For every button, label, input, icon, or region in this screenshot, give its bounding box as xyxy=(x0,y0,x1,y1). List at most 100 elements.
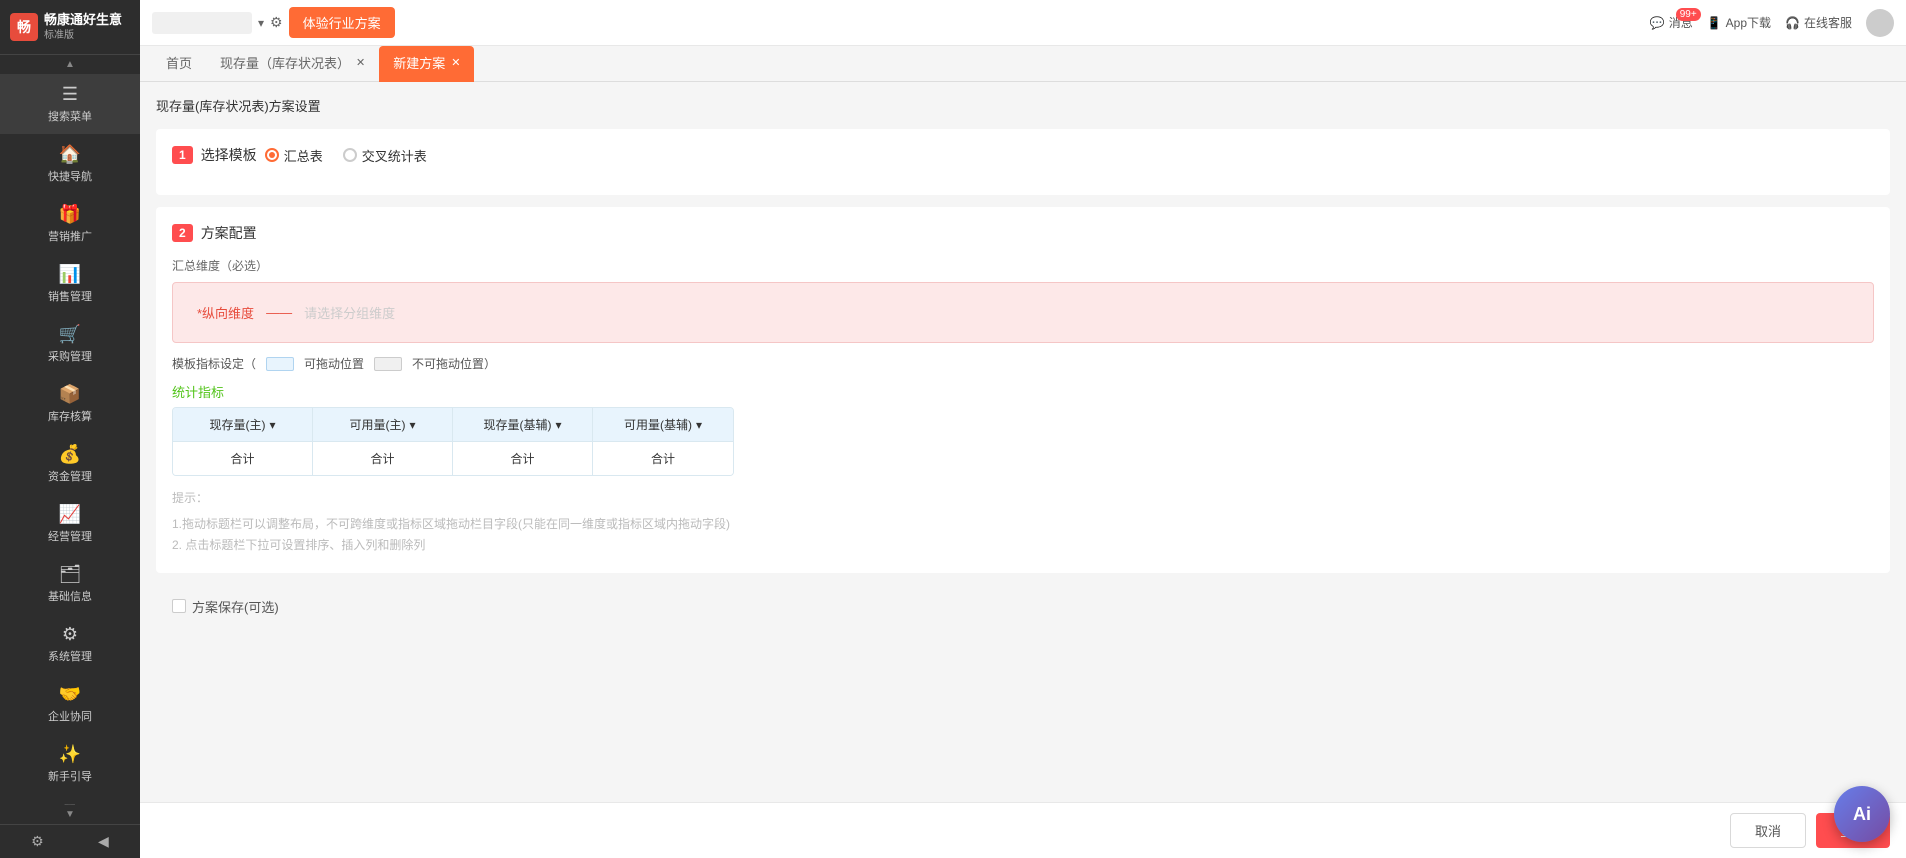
radio-cross[interactable]: 交叉统计表 xyxy=(343,146,427,165)
radio-summary[interactable]: 汇总表 xyxy=(265,146,323,165)
logo-icon: 畅 xyxy=(10,13,38,41)
save-checkbox-text: 方案保存(可选) xyxy=(192,597,279,616)
sidebar-item-marketing[interactable]: 🎁 营销推广 xyxy=(0,194,140,254)
sidebar: 畅 畅康通好生意 标准版 ▲ ☰ 搜索菜单 🏠 快捷导航 🎁 营销推广 📊 销售… xyxy=(0,0,140,858)
tab-inventory[interactable]: 现存量（库存状况表） ✕ xyxy=(206,46,379,82)
radio-summary-label: 汇总表 xyxy=(284,146,323,165)
radio-cross-circle xyxy=(343,148,357,162)
header-label-2: 现存量(基辅) xyxy=(483,416,551,433)
header-dropdown-3[interactable]: ▾ xyxy=(696,418,702,432)
cancel-button[interactable]: 取消 xyxy=(1730,813,1806,848)
tip2: 2. 点击标题栏下拉可设置排序、插入列和删除列 xyxy=(172,535,1874,557)
stats-header-row: 现存量(主) ▾ 可用量(主) ▾ 现存量(基辅) ▾ 可用量(基辅) xyxy=(173,408,733,441)
collapse-footer-button[interactable]: ◀ xyxy=(98,833,109,850)
tab-home-label: 首页 xyxy=(166,53,192,72)
header-dropdown-2[interactable]: ▾ xyxy=(555,418,561,432)
step2-badge: 2 xyxy=(172,224,193,242)
header-cell-2[interactable]: 现存量(基辅) ▾ xyxy=(453,408,593,441)
draggable-indicator-box xyxy=(266,357,294,371)
quick-nav-icon: 🏠 xyxy=(59,144,81,165)
header-cell-0[interactable]: 现存量(主) ▾ xyxy=(173,408,313,441)
sidebar-item-system[interactable]: ⚙ 系统管理 xyxy=(0,614,140,674)
vertical-dimension-label: *纵向维度 xyxy=(197,303,254,322)
sidebar-item-finance[interactable]: 💰 资金管理 xyxy=(0,434,140,494)
sidebar-item-app-center[interactable]: 📱 应用中心 xyxy=(0,794,140,805)
new-guide-icon: ✨ xyxy=(59,744,81,765)
sidebar-item-sales[interactable]: 📊 销售管理 xyxy=(0,254,140,314)
header-label-3: 可用量(基辅) xyxy=(624,416,692,433)
sidebar-scroll-up[interactable]: ▲ xyxy=(0,55,140,74)
dimension-dash: —— xyxy=(266,305,292,320)
section-choose-template: 1 选择模板 汇总表 交叉统计表 xyxy=(156,129,1890,195)
content-area: 现存量(库存状况表)方案设置 1 选择模板 汇总表 交叉统计表 xyxy=(140,82,1906,802)
header-dropdown-1[interactable]: ▾ xyxy=(409,418,415,432)
topbar-dropdown-icon[interactable]: ▾ xyxy=(258,16,264,30)
data-cell-0-3: 合计 xyxy=(593,441,733,475)
data-cell-0-0: 合计 xyxy=(173,441,313,475)
sidebar-item-purchase[interactable]: 🛒 采购管理 xyxy=(0,314,140,374)
tab-inventory-close[interactable]: ✕ xyxy=(356,56,365,69)
sidebar-footer: ⚙ ◀ xyxy=(0,824,140,858)
dimension-area: *纵向维度 —— 请选择分组维度 xyxy=(172,282,1874,343)
sidebar-menu: ☰ 搜索菜单 🏠 快捷导航 🎁 营销推广 📊 销售管理 🛒 采购管理 📦 库存核… xyxy=(0,74,140,805)
sidebar-item-cooperation[interactable]: 🤝 企业协同 xyxy=(0,674,140,734)
message-item[interactable]: 💬 消息 99+ xyxy=(1650,14,1693,31)
user-avatar[interactable] xyxy=(1866,9,1894,37)
tips-section: 提示： 1.拖动标题栏可以调整布局，不可跨维度或指标区域拖动栏目字段(只能在同一… xyxy=(172,488,1874,557)
save-checkbox[interactable] xyxy=(172,599,186,613)
sidebar-item-inventory[interactable]: 📦 库存核算 xyxy=(0,374,140,434)
bottom-options: 方案保存(可选) xyxy=(156,585,1890,628)
sidebar-scroll-down[interactable]: ▼ xyxy=(0,805,140,824)
trial-button[interactable]: 体验行业方案 xyxy=(289,7,395,38)
sidebar-item-quick-nav[interactable]: 🏠 快捷导航 xyxy=(0,134,140,194)
section2-header: 2 方案配置 xyxy=(172,223,1874,243)
fixed-label: 不可拖动位置） xyxy=(412,355,496,372)
header-label-1: 可用量(主) xyxy=(349,416,405,433)
tip1: 1.拖动标题栏可以调整布局，不可跨维度或指标区域拖动栏目字段(只能在同一维度或指… xyxy=(172,514,1874,536)
service-item[interactable]: 🎧 在线客服 xyxy=(1785,14,1852,31)
tab-new-plan-close[interactable]: ✕ xyxy=(451,56,460,69)
header-cell-1[interactable]: 可用量(主) ▾ xyxy=(313,408,453,441)
settings-footer-button[interactable]: ⚙ xyxy=(31,833,44,850)
inventory-icon: 📦 xyxy=(59,384,81,405)
service-icon: 🎧 xyxy=(1785,16,1800,30)
app-download-item[interactable]: 📱 App下载 xyxy=(1707,14,1771,31)
dimension-row: *纵向维度 —— 请选择分组维度 xyxy=(197,303,1849,322)
app-logo: 畅 畅康通好生意 标准版 xyxy=(0,0,140,55)
header-cell-3[interactable]: 可用量(基辅) ▾ xyxy=(593,408,733,441)
sidebar-item-new-guide[interactable]: ✨ 新手引导 xyxy=(0,734,140,794)
tab-new-plan-label: 新建方案 xyxy=(393,53,445,72)
sales-icon: 📊 xyxy=(59,264,81,285)
top-bar: ▾ ⚙ 体验行业方案 💬 消息 99+ 📱 App下载 🎧 在线客服 xyxy=(140,0,1906,46)
save-checkbox-label[interactable]: 方案保存(可选) xyxy=(172,597,279,616)
dimension-placeholder: 请选择分组维度 xyxy=(304,303,395,322)
breadcrumb-input[interactable] xyxy=(152,12,252,34)
main-area: ▾ ⚙ 体验行业方案 💬 消息 99+ 📱 App下载 🎧 在线客服 首页 xyxy=(140,0,1906,858)
sidebar-item-search-menu[interactable]: ☰ 搜索菜单 xyxy=(0,74,140,134)
system-icon: ⚙ xyxy=(62,624,78,645)
tab-bar: 首页 现存量（库存状况表） ✕ 新建方案 ✕ xyxy=(140,46,1906,82)
section1-header: 1 选择模板 汇总表 交叉统计表 xyxy=(172,145,1874,165)
section-plan-config: 2 方案配置 汇总维度（必选） *纵向维度 —— 请选择分组维度 模板指标设定（ xyxy=(156,207,1890,573)
tab-new-plan[interactable]: 新建方案 ✕ xyxy=(379,46,474,82)
ai-fab-label: Ai xyxy=(1853,804,1871,825)
radio-cross-label: 交叉统计表 xyxy=(362,146,427,165)
topbar-gear-icon[interactable]: ⚙ xyxy=(270,14,283,31)
sidebar-item-operations[interactable]: 📈 经营管理 xyxy=(0,494,140,554)
sidebar-item-basic-info[interactable]: 🗂 基础信息 xyxy=(0,554,140,614)
dimension-sub-label: 汇总维度（必选） xyxy=(172,257,1874,274)
search-menu-icon: ☰ xyxy=(62,84,78,105)
stats-table: 现存量(主) ▾ 可用量(主) ▾ 现存量(基辅) ▾ 可用量(基辅) xyxy=(172,407,734,476)
header-dropdown-0[interactable]: ▾ xyxy=(269,418,275,432)
app-download-label: App下载 xyxy=(1726,14,1771,31)
section1-title: 选择模板 xyxy=(201,145,257,165)
header-label-0: 现存量(主) xyxy=(209,416,265,433)
logo-text: 畅康通好生意 标准版 xyxy=(44,12,122,42)
data-cell-0-1: 合计 xyxy=(313,441,453,475)
top-bar-right: 💬 消息 99+ 📱 App下载 🎧 在线客服 xyxy=(1650,9,1894,37)
indicator-row: 模板指标设定（ 可拖动位置 不可拖动位置） xyxy=(172,355,1874,372)
tab-home[interactable]: 首页 xyxy=(152,46,206,82)
draggable-label: 可拖动位置 xyxy=(304,355,364,372)
ai-fab-button[interactable]: Ai xyxy=(1834,786,1890,842)
message-icon: 💬 xyxy=(1650,16,1665,30)
